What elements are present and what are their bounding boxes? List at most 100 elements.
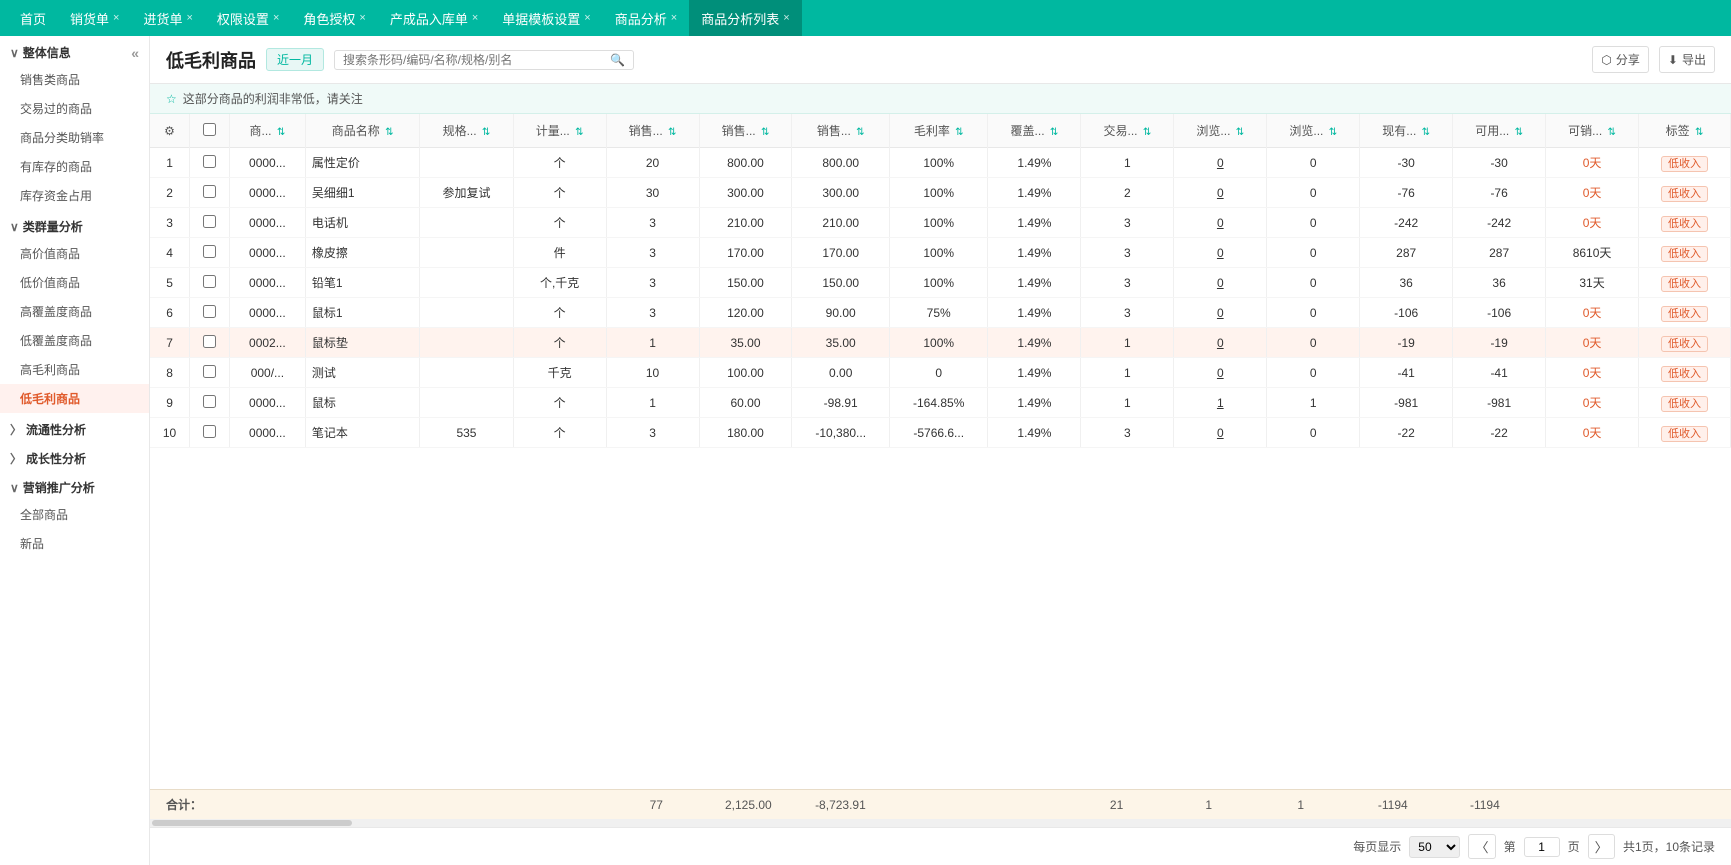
filter-recent-month-button[interactable]: 近一月 xyxy=(266,48,324,71)
col-tag[interactable]: 标签 ⇅ xyxy=(1639,114,1731,148)
sidebar-item-high-margin[interactable]: 高毛利商品 xyxy=(0,355,149,384)
col-sales-amount[interactable]: 销售... ⇅ xyxy=(792,114,889,148)
row-tag[interactable]: 低收入 xyxy=(1639,178,1731,208)
col-view1[interactable]: 浏览... ⇅ xyxy=(1174,114,1267,148)
search-icon[interactable]: 🔍 xyxy=(610,53,625,67)
table-container[interactable]: ⚙ 商... ⇅ 商品名称 ⇅ 规格... ⇅ 计量... ⇅ 销售... ⇅ … xyxy=(150,114,1731,789)
nav-close-sales-order[interactable]: × xyxy=(113,12,119,24)
nav-sales-order[interactable]: 销货单 × xyxy=(58,0,131,36)
row-tag[interactable]: 低收入 xyxy=(1639,208,1731,238)
scroll-thumb[interactable] xyxy=(152,820,352,826)
row-view1[interactable]: 0 xyxy=(1174,178,1267,208)
sidebar-item-inventory-capital[interactable]: 库存资金占用 xyxy=(0,181,149,210)
col-view2[interactable]: 浏览... ⇅ xyxy=(1267,114,1360,148)
nav-role-auth[interactable]: 角色授权 × xyxy=(291,0,377,36)
col-name[interactable]: 商品名称 ⇅ xyxy=(305,114,419,148)
nav-close-role-auth[interactable]: × xyxy=(359,12,365,24)
col-available[interactable]: 可用... ⇅ xyxy=(1453,114,1546,148)
row-select-checkbox[interactable] xyxy=(203,275,216,288)
sidebar-group-growth[interactable]: 〉 成长性分析 xyxy=(0,442,149,471)
col-sales-price[interactable]: 销售... ⇅ xyxy=(699,114,792,148)
col-spec[interactable]: 规格... ⇅ xyxy=(420,114,513,148)
sidebar-item-low-coverage[interactable]: 低覆盖度商品 xyxy=(0,326,149,355)
row-checkbox[interactable] xyxy=(190,238,230,268)
search-input[interactable] xyxy=(343,53,610,67)
row-select-checkbox[interactable] xyxy=(203,245,216,258)
row-tag[interactable]: 低收入 xyxy=(1639,148,1731,178)
row-checkbox[interactable] xyxy=(190,178,230,208)
row-checkbox[interactable] xyxy=(190,418,230,448)
sidebar-item-traded-goods[interactable]: 交易过的商品 xyxy=(0,94,149,123)
row-tag[interactable]: 低收入 xyxy=(1639,268,1731,298)
export-button[interactable]: ⬇ 导出 xyxy=(1659,46,1715,73)
nav-close-purchase-order[interactable]: × xyxy=(186,12,192,24)
col-settings[interactable]: ⚙ xyxy=(150,114,190,148)
row-view1[interactable]: 0 xyxy=(1174,328,1267,358)
sidebar-item-high-coverage[interactable]: 高覆盖度商品 xyxy=(0,297,149,326)
row-checkbox[interactable] xyxy=(190,328,230,358)
row-checkbox[interactable] xyxy=(190,358,230,388)
sidebar-group-liquidity[interactable]: 〉 流通性分析 xyxy=(0,413,149,442)
nav-permission-settings[interactable]: 权限设置 × xyxy=(205,0,291,36)
share-button[interactable]: ⬡ 分享 xyxy=(1592,46,1649,73)
row-tag[interactable]: 低收入 xyxy=(1639,418,1731,448)
row-select-checkbox[interactable] xyxy=(203,395,216,408)
col-trans[interactable]: 交易... ⇅ xyxy=(1081,114,1174,148)
col-sellable[interactable]: 可销... ⇅ xyxy=(1546,114,1639,148)
nav-product-analysis[interactable]: 商品分析 × xyxy=(603,0,689,36)
sidebar-item-in-stock-goods[interactable]: 有库存的商品 xyxy=(0,152,149,181)
nav-purchase-order[interactable]: 进货单 × xyxy=(131,0,204,36)
page-number-input[interactable] xyxy=(1524,837,1560,857)
sidebar-item-high-value[interactable]: 高价值商品 xyxy=(0,239,149,268)
nav-template-settings[interactable]: 单据模板设置 × xyxy=(490,0,602,36)
row-select-checkbox[interactable] xyxy=(203,305,216,318)
nav-close-product-inbound[interactable]: × xyxy=(472,12,478,24)
col-gross-rate[interactable]: 毛利率 ⇅ xyxy=(889,114,988,148)
sidebar-item-all-goods[interactable]: 全部商品 xyxy=(0,500,149,529)
nav-close-template-settings[interactable]: × xyxy=(584,12,590,24)
row-view1[interactable]: 0 xyxy=(1174,298,1267,328)
sidebar-item-low-margin[interactable]: 低毛利商品 xyxy=(0,384,149,413)
row-view1[interactable]: 0 xyxy=(1174,148,1267,178)
row-select-checkbox[interactable] xyxy=(203,425,216,438)
nav-product-analysis-list[interactable]: 商品分析列表 × xyxy=(689,0,801,36)
row-checkbox[interactable] xyxy=(190,208,230,238)
next-page-button[interactable]: 〉 xyxy=(1588,834,1615,859)
col-unit[interactable]: 计量... ⇅ xyxy=(513,114,606,148)
sidebar-item-low-value[interactable]: 低价值商品 xyxy=(0,268,149,297)
sidebar-group-marketing[interactable]: ∨ 营销推广分析 xyxy=(0,471,149,500)
row-view1[interactable]: 0 xyxy=(1174,358,1267,388)
nav-product-inbound[interactable]: 产成品入库单 × xyxy=(378,0,490,36)
nav-close-product-analysis[interactable]: × xyxy=(671,12,677,24)
row-select-checkbox[interactable] xyxy=(203,185,216,198)
row-view1[interactable]: 0 xyxy=(1174,208,1267,238)
row-select-checkbox[interactable] xyxy=(203,215,216,228)
row-view1[interactable]: 0 xyxy=(1174,268,1267,298)
prev-page-button[interactable]: 〈 xyxy=(1468,834,1495,859)
sidebar-item-new-goods[interactable]: 新品 xyxy=(0,529,149,558)
per-page-select[interactable]: 50 100 200 xyxy=(1409,836,1460,858)
sidebar-item-category-sales-rate[interactable]: 商品分类助销率 xyxy=(0,123,149,152)
nav-close-permission-settings[interactable]: × xyxy=(273,12,279,24)
select-all-checkbox[interactable] xyxy=(203,123,216,136)
sidebar-group-cluster[interactable]: ∨ 类群量分析 xyxy=(0,210,149,239)
col-checkbox[interactable] xyxy=(190,114,230,148)
row-checkbox[interactable] xyxy=(190,388,230,418)
sidebar-collapse-btn[interactable]: « xyxy=(131,45,139,61)
horizontal-scrollbar[interactable] xyxy=(150,819,1731,827)
row-tag[interactable]: 低收入 xyxy=(1639,328,1731,358)
nav-close-product-analysis-list[interactable]: × xyxy=(783,12,789,24)
row-tag[interactable]: 低收入 xyxy=(1639,298,1731,328)
row-tag[interactable]: 低收入 xyxy=(1639,238,1731,268)
row-checkbox[interactable] xyxy=(190,298,230,328)
row-checkbox[interactable] xyxy=(190,268,230,298)
row-tag[interactable]: 低收入 xyxy=(1639,388,1731,418)
sidebar-item-sales-goods[interactable]: 销售类商品 xyxy=(0,65,149,94)
row-select-checkbox[interactable] xyxy=(203,365,216,378)
row-tag[interactable]: 低收入 xyxy=(1639,358,1731,388)
row-view1[interactable]: 1 xyxy=(1174,388,1267,418)
nav-home[interactable]: 首页 xyxy=(8,0,58,36)
row-select-checkbox[interactable] xyxy=(203,335,216,348)
row-checkbox[interactable] xyxy=(190,148,230,178)
row-view1[interactable]: 0 xyxy=(1174,418,1267,448)
